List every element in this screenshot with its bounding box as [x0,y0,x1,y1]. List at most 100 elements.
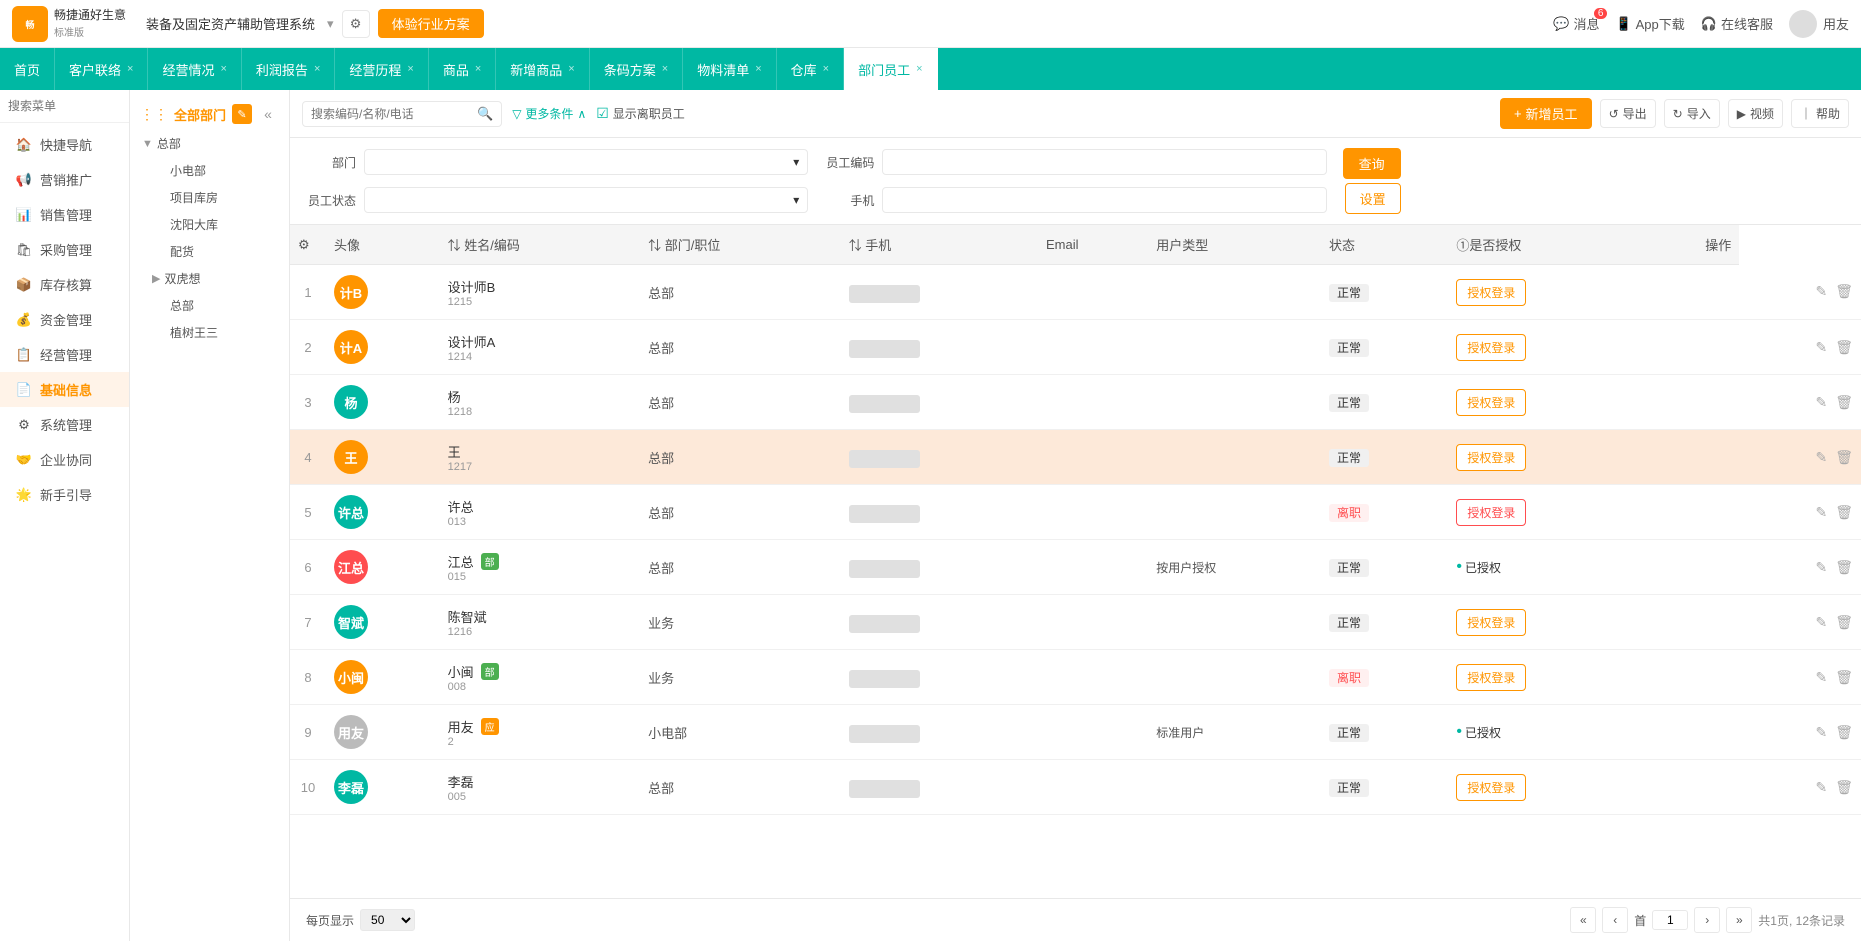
edit-icon[interactable]: ✎ [1815,394,1827,411]
dept-collapse-button[interactable]: « [258,104,278,124]
sidebar-item-guide[interactable]: 🌟新手引导 [0,477,129,512]
sidebar-item-purchase[interactable]: 🛍采购管理 [0,232,129,267]
nav-tab-物料清单[interactable]: 物料清单 × [683,48,776,90]
page-size-select[interactable]: 50 100 200 [360,909,415,931]
delete-icon[interactable]: 🗑 [1835,339,1853,356]
next-page-button[interactable]: › [1694,907,1720,933]
tab-close-icon[interactable]: × [823,63,829,75]
col-dept[interactable]: ⇅ 部门/职位 [640,225,841,265]
delete-icon[interactable]: 🗑 [1835,449,1853,466]
show-resigned-toggle[interactable]: ☑ 显示离职员工 [596,105,685,122]
add-employee-button[interactable]: + 新增员工 [1500,98,1592,129]
tab-close-icon[interactable]: × [127,63,133,75]
edit-icon[interactable]: ✎ [1815,724,1827,741]
sidebar-item-finance[interactable]: 💰资金管理 [0,302,129,337]
prev-page-button[interactable]: ‹ [1602,907,1628,933]
col-name[interactable]: ⇅ 姓名/编码 [440,225,641,265]
dept-tree-item[interactable]: 植树王三 [134,319,285,346]
sidebar-item-sales[interactable]: 📊销售管理 [0,197,129,232]
employee-code-input[interactable] [882,149,1326,175]
edit-icon[interactable]: ✎ [1815,614,1827,631]
sidebar-item-collab[interactable]: 🤝企业协同 [0,442,129,477]
search-input[interactable] [311,107,471,121]
search-menu-input[interactable] [8,99,130,113]
sidebar-item-operations[interactable]: 📋经营管理 [0,337,129,372]
edit-icon[interactable]: ✎ [1815,283,1827,300]
sidebar-item-marketing[interactable]: 📢营销推广 [0,162,129,197]
trial-button[interactable]: 体验行业方案 [378,9,484,38]
edit-icon[interactable]: ✎ [1815,339,1827,356]
status-select[interactable]: ▾ [364,187,808,213]
dept-tree-item[interactable]: ▼总部 [134,130,285,157]
more-filter-button[interactable]: ▽ 更多条件 ∧ [512,105,586,122]
dept-select[interactable]: ▾ [364,149,808,175]
dept-tree-item[interactable]: 小电部 [134,157,285,184]
tab-close-icon[interactable]: × [916,63,922,75]
col-phone[interactable]: ⇅ 手机 [841,225,1038,265]
message-button[interactable]: 💬 消息 6 [1553,14,1599,33]
tab-close-icon[interactable]: × [475,63,481,75]
phone-input[interactable] [882,187,1326,213]
tab-close-icon[interactable]: × [314,63,320,75]
sidebar-item-basic-info[interactable]: 📄基础信息 [0,372,129,407]
app-download-button[interactable]: 📱 App下载 [1615,14,1684,33]
user-area[interactable]: 用友 [1789,10,1849,38]
tab-close-icon[interactable]: × [568,63,574,75]
page-number-input[interactable] [1652,910,1688,930]
nav-tab-条码方案[interactable]: 条码方案 × [590,48,683,90]
nav-tab-客户联络[interactable]: 客户联络 × [55,48,148,90]
auth-login-button[interactable]: 授权登录 [1456,444,1526,471]
tab-close-icon[interactable]: × [662,63,668,75]
auth-login-button[interactable]: 授权登录 [1456,279,1526,306]
auth-login-button[interactable]: 授权登录 [1456,664,1526,691]
online-service-button[interactable]: 🎧 在线客服 [1701,14,1773,33]
first-page-button[interactable]: « [1570,907,1596,933]
delete-icon[interactable]: 🗑 [1835,504,1853,521]
auth-login-button[interactable]: 授权登录 [1456,499,1526,526]
dept-tree-item[interactable]: 配货 [134,238,285,265]
dept-tree-item[interactable]: ▶双虎想 [134,265,285,292]
edit-icon[interactable]: ✎ [1815,504,1827,521]
delete-icon[interactable]: 🗑 [1835,394,1853,411]
set-button[interactable]: 设置 [1345,183,1401,214]
nav-tab-商品[interactable]: 商品 × [429,48,496,90]
video-button[interactable]: ▶ 视频 [1728,99,1783,128]
settings-button[interactable]: ⚙ [342,10,370,38]
import-button[interactable]: ↻ 导入 [1664,99,1720,128]
edit-icon[interactable]: ✎ [1815,449,1827,466]
nav-tab-经营情况[interactable]: 经营情况 × [148,48,241,90]
tab-close-icon[interactable]: × [220,63,226,75]
sidebar-item-system[interactable]: ⚙系统管理 [0,407,129,442]
auth-login-button[interactable]: 授权登录 [1456,609,1526,636]
export-button[interactable]: ↺ 导出 [1600,99,1656,128]
auth-login-button[interactable]: 授权登录 [1456,389,1526,416]
delete-icon[interactable]: 🗑 [1835,779,1853,796]
dept-tree-item[interactable]: 沈阳大库 [134,211,285,238]
nav-tab-利润报告[interactable]: 利润报告 × [242,48,335,90]
dept-tree-item[interactable]: 项目库房 [134,184,285,211]
tab-close-icon[interactable]: × [755,63,761,75]
dept-edit-button[interactable]: ✎ [232,104,252,124]
sidebar-item-quick-nav[interactable]: 🏠快捷导航 [0,127,129,162]
delete-icon[interactable]: 🗑 [1835,724,1853,741]
edit-icon[interactable]: ✎ [1815,559,1827,576]
auth-login-button[interactable]: 授权登录 [1456,334,1526,361]
delete-icon[interactable]: 🗑 [1835,283,1853,300]
delete-icon[interactable]: 🗑 [1835,559,1853,576]
auth-login-button[interactable]: 授权登录 [1456,774,1526,801]
edit-icon[interactable]: ✎ [1815,779,1827,796]
dept-tree-item[interactable]: 总部 [134,292,285,319]
sidebar-item-inventory[interactable]: 📦库存核算 [0,267,129,302]
col-settings[interactable]: ⚙ [290,225,326,265]
edit-icon[interactable]: ✎ [1815,669,1827,686]
nav-tab-首页[interactable]: 首页 [0,48,55,90]
tab-close-icon[interactable]: × [407,63,413,75]
delete-icon[interactable]: 🗑 [1835,669,1853,686]
query-button[interactable]: 查询 [1343,148,1401,179]
nav-tab-部门员工[interactable]: 部门员工 × [844,48,937,90]
nav-tab-仓库[interactable]: 仓库 × [777,48,844,90]
delete-icon[interactable]: 🗑 [1835,614,1853,631]
help-button[interactable]: ｜ 帮助 [1791,99,1849,128]
nav-tab-新增商品[interactable]: 新增商品 × [496,48,589,90]
nav-tab-经营历程[interactable]: 经营历程 × [335,48,428,90]
